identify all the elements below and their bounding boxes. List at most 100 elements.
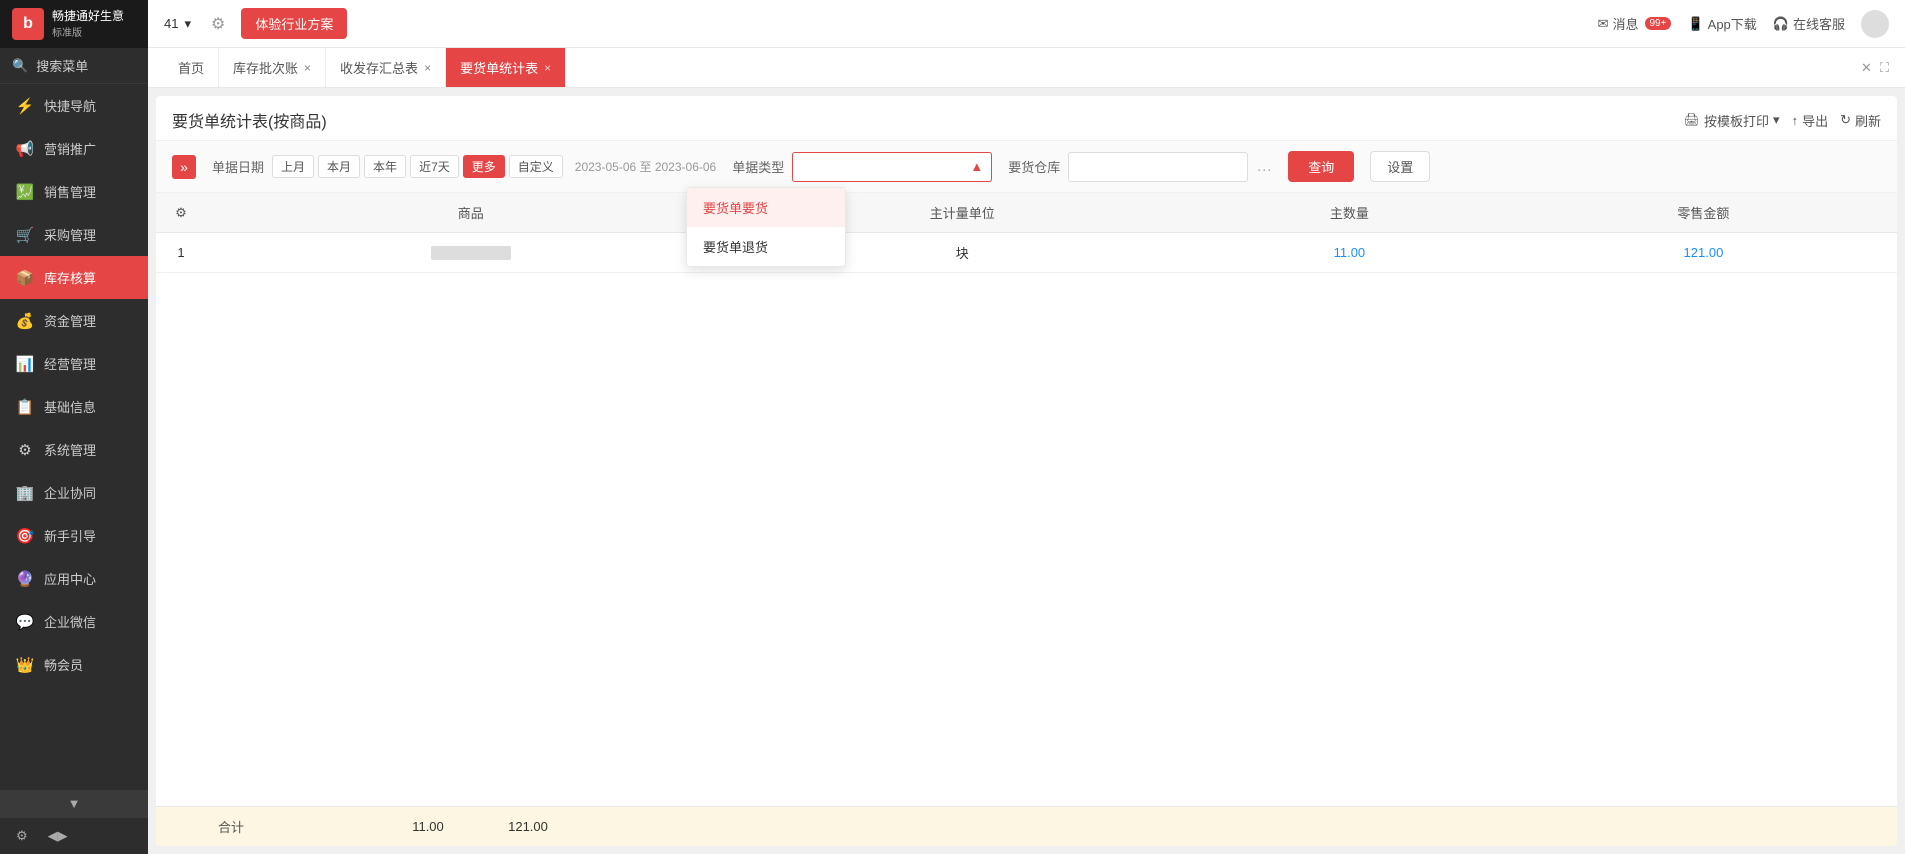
nav-label-basic: 基础信息 (44, 397, 96, 416)
tab-receipt-summary[interactable]: 收发存汇总表 × (326, 48, 446, 87)
dropdown-option-1[interactable]: 要货单要货 (687, 188, 845, 227)
nav-label-quick-nav: 快捷导航 (44, 96, 96, 115)
tab-inventory-batch-close[interactable]: × (304, 61, 311, 75)
print-arrow-icon: ▾ (1773, 112, 1780, 128)
quantity-link[interactable]: 11.00 (1334, 245, 1366, 260)
sidebar-item-app-center[interactable]: 🔮 应用中心 (0, 557, 148, 600)
footer-amount: 121.00 (478, 819, 578, 834)
tab-inventory-batch[interactable]: 库存批次账 × (219, 48, 326, 87)
sidebar-item-wechat[interactable]: 💬 企业微信 (0, 600, 148, 643)
nav-icon-app-center: 🔮 (16, 570, 34, 588)
nav-icon-marketing: 📢 (16, 140, 34, 158)
tab-close-all[interactable]: ✕ (1861, 60, 1872, 76)
header-gear-icon[interactable]: ⚙ (211, 14, 225, 34)
nav-label-inventory: 库存核算 (44, 268, 96, 287)
sidebar-item-marketing[interactable]: 📢 营销推广 (0, 127, 148, 170)
sidebar-bottom: ⚙ ◀▶ (0, 817, 148, 854)
tab-order-summary[interactable]: 要货单统计表 × (446, 48, 566, 87)
tab-home[interactable]: 首页 (164, 48, 219, 87)
sidebar-nav: ⚡ 快捷导航 📢 营销推广 💹 销售管理 🛒 采购管理 📦 库存核算 💰 资金管… (0, 84, 148, 790)
nav-label-system: 系统管理 (44, 440, 96, 459)
tab-receipt-summary-close[interactable]: × (424, 61, 431, 75)
date-btn-7days[interactable]: 近7天 (410, 155, 459, 178)
nav-icon-inventory: 📦 (16, 269, 34, 287)
type-select[interactable]: ▲ (792, 152, 992, 182)
nav-label-operation: 经营管理 (44, 354, 96, 373)
print-template-btn[interactable]: 🖨 按模板打印 ▾ (1684, 111, 1780, 130)
search-icon: 🔍 (12, 58, 28, 74)
nav-icon-wechat: 💬 (16, 613, 34, 631)
messages-icon: ✉ (1598, 16, 1609, 32)
export-icon: ↑ (1792, 113, 1799, 128)
nav-label-enterprise: 企业协同 (44, 483, 96, 502)
messages-action[interactable]: ✉ 消息 99+ (1598, 14, 1672, 33)
user-avatar[interactable] (1861, 10, 1889, 38)
query-button[interactable]: 查询 (1288, 151, 1354, 182)
page-header: 要货单统计表(按商品) 🖨 按模板打印 ▾ ↑ 导出 ↻ 刷新 (156, 96, 1897, 141)
dropdown-option-1-label: 要货单要货 (703, 201, 768, 216)
page-content: 要货单统计表(按商品) 🖨 按模板打印 ▾ ↑ 导出 ↻ 刷新 » (156, 96, 1897, 846)
store-selector[interactable]: 41 ▾ (164, 16, 191, 32)
date-btn-last-month[interactable]: 上月 (272, 155, 314, 178)
online-service-action[interactable]: 🎧 在线客服 (1773, 14, 1845, 33)
tab-order-summary-close[interactable]: × (544, 61, 551, 75)
tab-receipt-summary-label: 收发存汇总表 (340, 58, 418, 77)
col-quantity-header: 主数量 (1189, 193, 1510, 233)
tab-controls: ✕ ⛶ (1861, 60, 1889, 76)
main-content: 41 ▾ ⚙ 体验行业方案 ✉ 消息 99+ 📱 App下载 🎧 在线客服 (148, 0, 1905, 854)
nav-label-marketing: 营销推广 (44, 139, 96, 158)
sidebar-item-operation[interactable]: 📊 经营管理 (0, 342, 148, 385)
amount-link[interactable]: 121.00 (1684, 245, 1724, 260)
refresh-btn[interactable]: ↻ 刷新 (1840, 111, 1881, 130)
dropdown-option-2[interactable]: 要货单退货 (687, 227, 845, 266)
sidebar-item-finance[interactable]: 💰 资金管理 (0, 299, 148, 342)
date-btn-more[interactable]: 更多 (463, 155, 505, 178)
date-filter-label: 单据日期 (212, 157, 264, 176)
nav-icon-quick-nav: ⚡ (16, 97, 34, 115)
app-download-label: App下载 (1708, 14, 1757, 33)
sidebar-item-inventory[interactable]: 📦 库存核算 (0, 256, 148, 299)
tab-expand-icon[interactable]: ⛶ (1880, 60, 1889, 76)
sidebar-item-purchase[interactable]: 🛒 采购管理 (0, 213, 148, 256)
sidebar-scroll-down[interactable]: ▼ (0, 790, 148, 817)
sidebar-item-quick-nav[interactable]: ⚡ 快捷导航 (0, 84, 148, 127)
warehouse-select[interactable] (1068, 152, 1248, 182)
sidebar-search[interactable]: 🔍 搜索菜单 (0, 48, 148, 84)
type-filter-group: 单据类型 ▲ (732, 152, 992, 182)
footer-quantity: 11.00 (378, 819, 478, 834)
type-select-arrow: ▲ (970, 159, 983, 174)
date-btn-this-year[interactable]: 本年 (364, 155, 406, 178)
settings-button[interactable]: 设置 (1370, 151, 1430, 182)
print-label: 按模板打印 (1704, 111, 1769, 130)
more-filters-icon[interactable]: … (1256, 158, 1272, 176)
sidebar-item-system[interactable]: ⚙ 系统管理 (0, 428, 148, 471)
filter-expand-btn[interactable]: » (172, 155, 196, 179)
sidebar-item-basic[interactable]: 📋 基础信息 (0, 385, 148, 428)
col-settings-header[interactable]: ⚙ (156, 193, 206, 233)
col-amount-header: 零售金额 (1510, 193, 1897, 233)
nav-icon-finance: 💰 (16, 312, 34, 330)
export-btn[interactable]: ↑ 导出 (1792, 111, 1829, 130)
app-download-action[interactable]: 📱 App下载 (1687, 14, 1756, 33)
page-actions: 🖨 按模板打印 ▾ ↑ 导出 ↻ 刷新 (1684, 111, 1882, 130)
sidebar-item-enterprise[interactable]: 🏢 企业协同 (0, 471, 148, 514)
trial-button[interactable]: 体验行业方案 (241, 8, 347, 39)
nav-label-vip: 畅会员 (44, 655, 83, 674)
filter-bar: » 单据日期 上月 本月 本年 近7天 更多 自定义 2023-05-06 至 … (156, 141, 1897, 193)
print-icon: 🖨 (1684, 112, 1701, 128)
date-shortcuts: 上月 本月 本年 近7天 更多 自定义 (272, 155, 563, 178)
sidebar-item-guide[interactable]: 🎯 新手引导 (0, 514, 148, 557)
settings-icon[interactable]: ⚙ (16, 828, 28, 844)
store-count: 41 (164, 16, 178, 31)
dropdown-option-2-label: 要货单退货 (703, 240, 768, 255)
sidebar-item-vip[interactable]: 👑 畅会员 (0, 643, 148, 686)
sidebar-item-sales[interactable]: 💹 销售管理 (0, 170, 148, 213)
date-btn-custom[interactable]: 自定义 (509, 155, 563, 178)
store-dropdown-icon: ▾ (184, 16, 191, 32)
tab-home-label: 首页 (178, 58, 204, 77)
date-btn-this-month[interactable]: 本月 (318, 155, 360, 178)
footer-total-label: 合计 (168, 817, 378, 836)
collapse-icon[interactable]: ◀▶ (48, 828, 68, 844)
refresh-icon: ↻ (1840, 112, 1851, 128)
messages-badge: 99+ (1645, 17, 1672, 30)
